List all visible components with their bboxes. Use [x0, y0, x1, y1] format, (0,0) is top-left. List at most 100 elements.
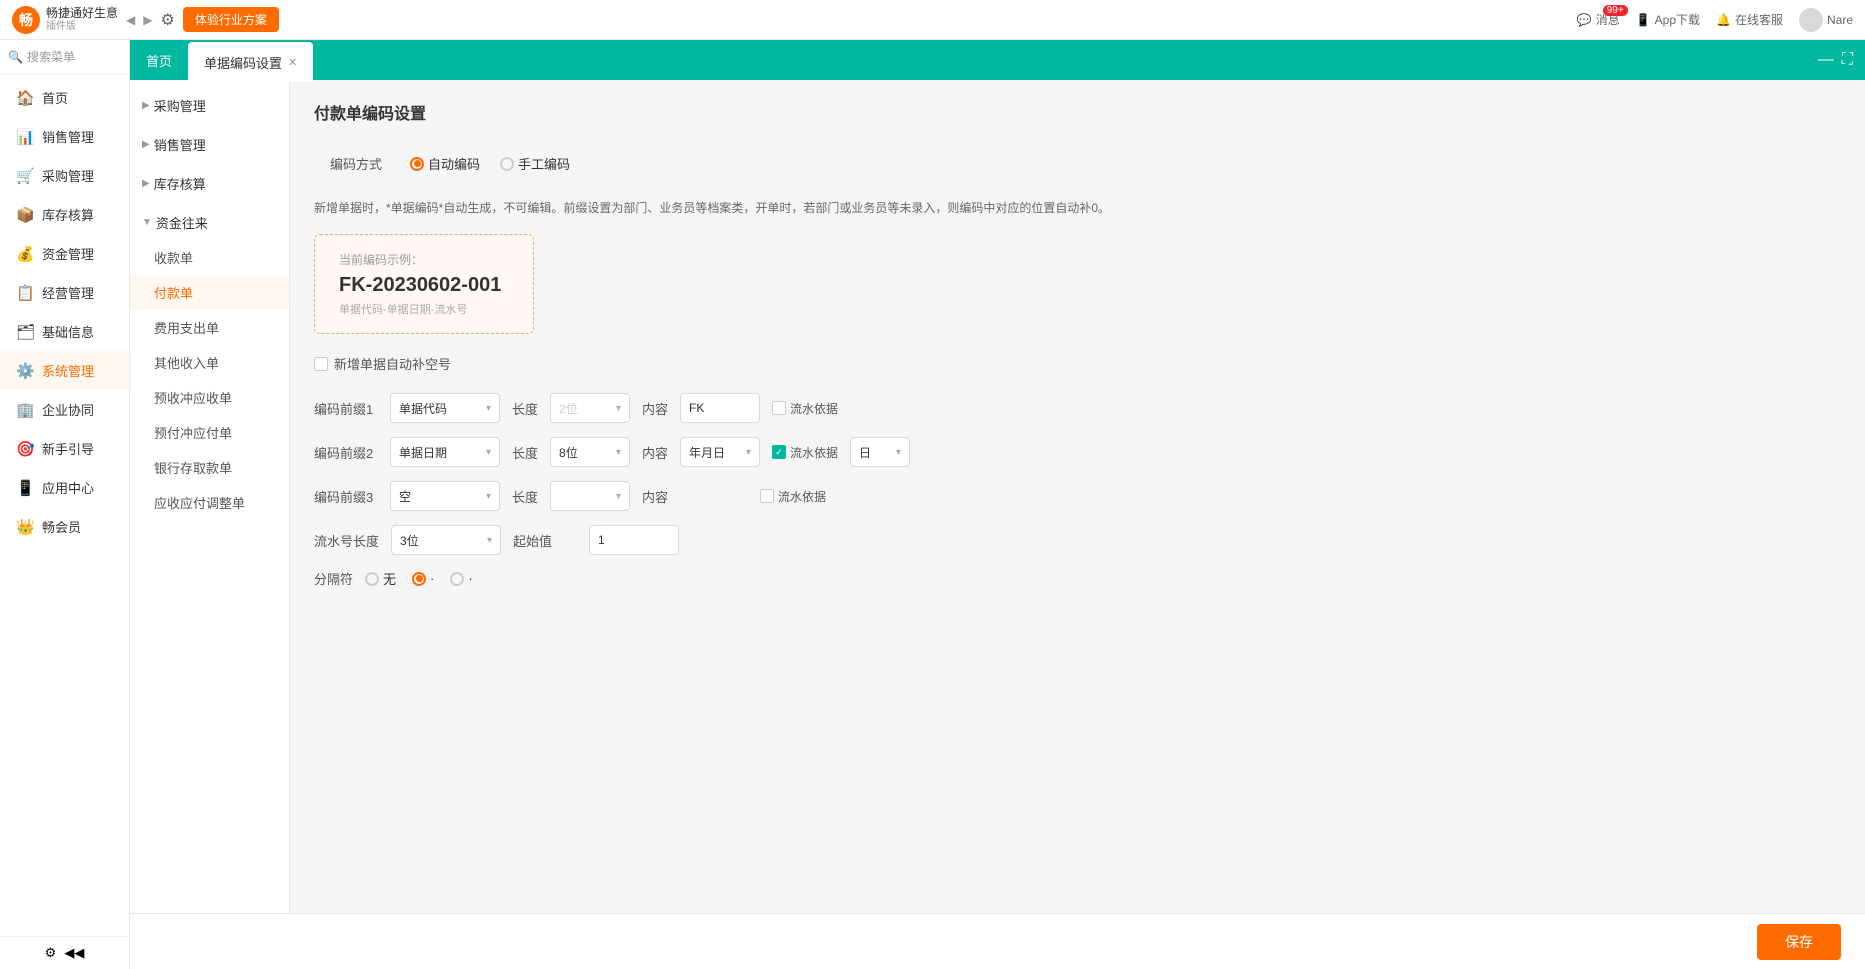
- prefix2-stream-checkbox[interactable]: ✓ 流水依据: [772, 444, 838, 461]
- sub-item-pre-receivable[interactable]: 预收冲应收单: [130, 380, 289, 415]
- arrow-expand-icon: ▼: [142, 217, 152, 228]
- sub-item-bank[interactable]: 银行存取款单: [130, 450, 289, 485]
- prefix1-selector[interactable]: 单据代码 ▾: [390, 393, 500, 423]
- auto-code-dot: [410, 157, 424, 171]
- sub-item-receipt[interactable]: 收款单: [130, 240, 289, 275]
- tab-home[interactable]: 首页: [130, 40, 188, 80]
- settings-icon[interactable]: ⚙: [160, 10, 174, 30]
- prefix3-selector[interactable]: 空 ▾: [390, 481, 500, 511]
- sidebar-item-sales[interactable]: 📊 销售管理: [0, 117, 129, 156]
- sub-group-purchase-title[interactable]: ▶ 采购管理: [130, 88, 289, 123]
- appcenter-icon: 📱: [16, 479, 34, 497]
- sep-none-radio[interactable]: 无: [365, 569, 396, 588]
- settings-bottom-icon[interactable]: ⚙: [45, 945, 57, 961]
- separator-label: 分隔符: [314, 569, 353, 588]
- trial-button[interactable]: 体验行业方案: [183, 7, 279, 32]
- online-support-button[interactable]: 🔔 在线客服: [1716, 11, 1783, 28]
- arrow-icon: ▶: [142, 178, 150, 189]
- sub-item-expense[interactable]: 费用支出单: [130, 310, 289, 345]
- sub-group-inventory: ▶ 库存核算: [130, 166, 289, 201]
- sep-none-dot: [365, 572, 379, 586]
- bottom-bar: 保存: [130, 913, 1865, 969]
- chevron-down-icon: ▾: [486, 447, 491, 458]
- prefix3-row: 编码前缀3 空 ▾ 长度 ▾ 内容 流水依据: [314, 481, 1841, 511]
- guide-icon: 🎯: [16, 440, 34, 458]
- sidebar-item-home[interactable]: 🏠 首页: [0, 78, 129, 117]
- sub-group-inventory-title[interactable]: ▶ 库存核算: [130, 166, 289, 201]
- auto-fill-checkbox[interactable]: [314, 357, 328, 371]
- collapse-icon[interactable]: ◀◀: [64, 945, 84, 961]
- top-bar: 畅 畅捷通好生意 插件版 ◀ ▶ ⚙ 体验行业方案 💬 消息 99+ 📱 App…: [0, 0, 1865, 40]
- top-bar-right: 💬 消息 99+ 📱 App下载 🔔 在线客服 Nare: [1577, 8, 1853, 32]
- chevron-down-icon: ▾: [486, 491, 491, 502]
- tab-doc-code-settings[interactable]: 单据编码设置 ✕: [188, 42, 313, 82]
- save-button[interactable]: 保存: [1757, 924, 1841, 960]
- chevron-down-icon: ▾: [616, 447, 621, 458]
- main-layout: 🔍 搜索菜单 🏠 首页 📊 销售管理 🛒 采购管理 📦 库存核算 💰: [0, 40, 1865, 969]
- sub-item-adjustment[interactable]: 应收应付调整单: [130, 485, 289, 520]
- auto-code-radio[interactable]: 自动编码: [410, 154, 480, 173]
- nav-arrow-left[interactable]: ◀: [126, 13, 135, 27]
- sub-group-sales-title[interactable]: ▶ 销售管理: [130, 127, 289, 162]
- message-button[interactable]: 💬 消息 99+: [1577, 11, 1620, 28]
- app-icon: 📱: [1636, 13, 1651, 27]
- sidebar-item-guide[interactable]: 🎯 新手引导: [0, 429, 129, 468]
- tab-minimize-icon[interactable]: —: [1818, 51, 1834, 69]
- finance-icon: 💰: [16, 245, 34, 263]
- sub-group-finance-title[interactable]: ▼ 资金往来: [130, 205, 289, 240]
- sidebar-item-finance[interactable]: 💰 资金管理: [0, 234, 129, 273]
- prefix1-label: 编码前缀1: [314, 399, 378, 418]
- info-text: 新增单据时，*单据编码*自动生成，不可编辑。前缀设置为部门、业务员等档案类，开单…: [314, 199, 1841, 218]
- home-icon: 🏠: [16, 89, 34, 107]
- sidebar-item-inventory[interactable]: 📦 库存核算: [0, 195, 129, 234]
- app-download-button[interactable]: 📱 App下载: [1636, 11, 1700, 28]
- sep-dot-radio[interactable]: ·: [412, 571, 434, 586]
- manual-code-radio[interactable]: 手工编码: [500, 154, 570, 173]
- sidebar-item-appcenter[interactable]: 📱 应用中心: [0, 468, 129, 507]
- prefix2-selector[interactable]: 单据日期 ▾: [390, 437, 500, 467]
- tab-close-icon[interactable]: ✕: [288, 56, 297, 69]
- arrow-icon: ▶: [142, 100, 150, 111]
- brand: 畅 畅捷通好生意 插件版: [12, 6, 118, 34]
- code-preview-label: 当前编码示例：: [339, 251, 509, 268]
- sidebar-item-enterprise[interactable]: 🏢 企业协同: [0, 390, 129, 429]
- prefix2-length-selector[interactable]: 8位 ▾: [550, 437, 630, 467]
- prefix1-stream-cb: [772, 401, 786, 415]
- code-preview-value: FK-20230602-001: [339, 274, 509, 297]
- manual-code-dot: [500, 157, 514, 171]
- nav-arrow-right[interactable]: ▶: [143, 13, 152, 27]
- sub-item-other-income[interactable]: 其他收入单: [130, 345, 289, 380]
- chevron-down-icon: ▾: [746, 447, 751, 458]
- chevron-down-icon: ▾: [896, 447, 901, 458]
- prefix1-length-selector[interactable]: 2位 ▾: [550, 393, 630, 423]
- sidebar-item-purchase[interactable]: 🛒 采购管理: [0, 156, 129, 195]
- sidebar-item-operation[interactable]: 📋 经营管理: [0, 273, 129, 312]
- start-value-input[interactable]: [589, 525, 679, 555]
- prefix2-stream-unit-selector[interactable]: 日 ▾: [850, 437, 910, 467]
- page-title: 付款单编码设置: [314, 100, 1841, 124]
- tab-maximize-icon[interactable]: ⛶: [1842, 51, 1853, 69]
- sep-dot2-radio[interactable]: ·: [450, 571, 472, 586]
- inventory-icon: 📦: [16, 206, 34, 224]
- search-menu[interactable]: 🔍 搜索菜单: [0, 40, 129, 74]
- chevron-down-icon: ▾: [616, 403, 621, 414]
- sidebar-item-member[interactable]: 👑 畅会员: [0, 507, 129, 546]
- sub-item-pre-payable[interactable]: 预付冲应付单: [130, 415, 289, 450]
- code-preview-box: 当前编码示例： FK-20230602-001 单据代码-单据日期-流水号: [314, 234, 534, 334]
- serial-length-selector[interactable]: 3位 ▾: [391, 525, 501, 555]
- prefix1-stream-checkbox[interactable]: 流水依据: [772, 400, 838, 417]
- purchase-icon: 🛒: [16, 167, 34, 185]
- sales-icon: 📊: [16, 128, 34, 146]
- user-profile[interactable]: Nare: [1799, 8, 1853, 32]
- prefix3-stream-checkbox[interactable]: 流水依据: [760, 488, 826, 505]
- prefix1-content-input[interactable]: [680, 393, 760, 423]
- sub-group-finance: ▼ 资金往来 收款单 付款单 费用支出单 其他收入单 预收冲应收单 预付冲应付单…: [130, 205, 289, 520]
- prefix2-content-label: 内容: [642, 443, 668, 462]
- sub-group-purchase: ▶ 采购管理: [130, 88, 289, 123]
- sub-item-payment[interactable]: 付款单: [130, 275, 289, 310]
- sidebar-item-system[interactable]: ⚙️ 系统管理: [0, 351, 129, 390]
- prefix3-length-selector[interactable]: ▾: [550, 481, 630, 511]
- sidebar-item-basicinfo[interactable]: 🗂 基础信息: [0, 312, 129, 351]
- prefix2-content-selector[interactable]: 年月日 ▾: [680, 437, 760, 467]
- chevron-down-icon: ▾: [616, 491, 621, 502]
